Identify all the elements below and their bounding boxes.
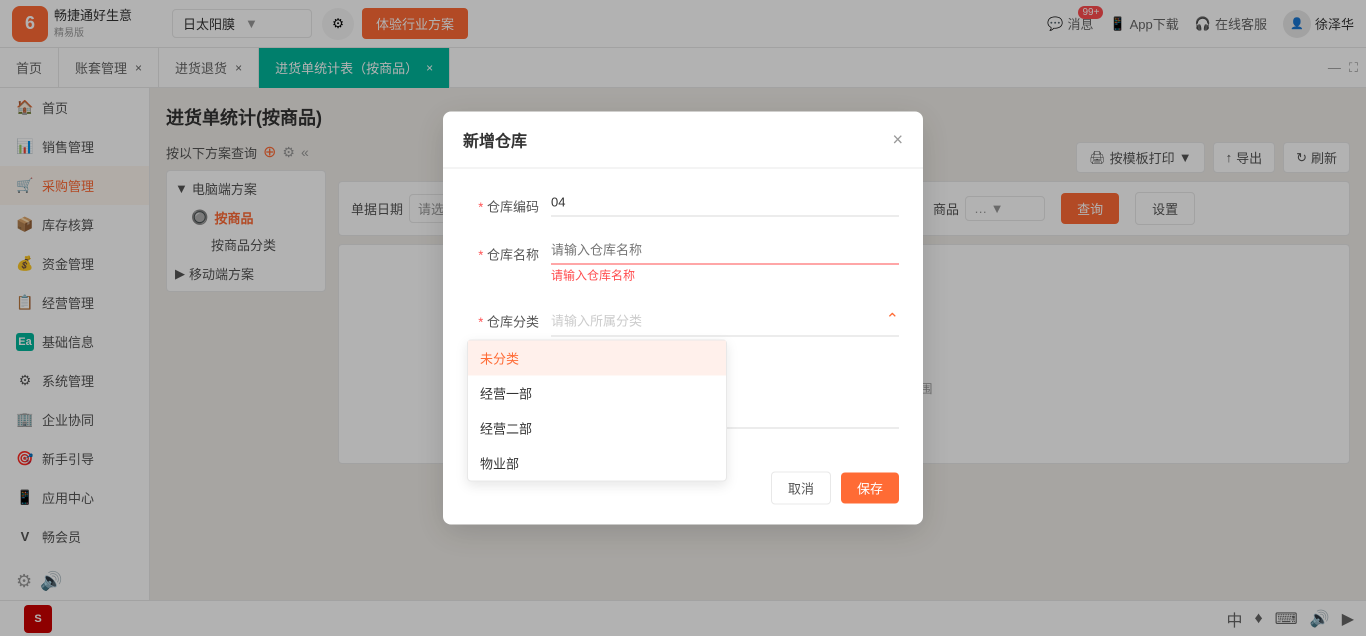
name-field: 请输入仓库名称	[551, 237, 899, 284]
dropdown-option-property[interactable]: 物业部	[468, 446, 726, 481]
add-warehouse-modal: 新增仓库 × * 仓库编码 * 仓库名称 请输入仓库名称	[443, 112, 923, 525]
category-label-text: 仓库分类	[487, 315, 539, 330]
code-input[interactable]	[551, 189, 899, 217]
category-dropdown: 未分类 经营一部 经营二部 物业部	[467, 340, 727, 482]
name-label-text: 仓库名称	[487, 248, 539, 263]
category-dropdown-arrow[interactable]: ⌃	[886, 310, 899, 330]
name-error-message: 请输入仓库名称	[551, 267, 899, 284]
dropdown-option-dept2[interactable]: 经营二部	[468, 411, 726, 446]
cancel-button[interactable]: 取消	[771, 472, 831, 505]
code-field	[551, 189, 899, 217]
dropdown-option-uncategorized[interactable]: 未分类	[468, 341, 726, 376]
form-row-category: * 仓库分类 请输入所属分类 ⌃ 未分类 经营一部 经营二部 物业部	[467, 304, 899, 337]
save-button[interactable]: 保存	[841, 473, 899, 504]
name-input[interactable]	[551, 237, 899, 265]
required-mark-code: *	[478, 200, 483, 215]
modal-close-button[interactable]: ×	[892, 129, 903, 150]
modal-body: * 仓库编码 * 仓库名称 请输入仓库名称 * 仓库分类	[443, 169, 923, 472]
code-label-text: 仓库编码	[487, 200, 539, 215]
category-select[interactable]: 请输入所属分类 ⌃	[551, 304, 899, 337]
category-label: * 仓库分类	[467, 304, 539, 331]
category-select-placeholder: 请输入所属分类	[551, 310, 886, 329]
required-mark-category: *	[478, 315, 483, 330]
form-row-code: * 仓库编码	[467, 189, 899, 217]
code-label: * 仓库编码	[467, 189, 539, 216]
modal-header: 新增仓库 ×	[443, 112, 923, 169]
name-label: * 仓库名称	[467, 237, 539, 264]
required-mark-name: *	[478, 248, 483, 263]
form-row-name: * 仓库名称 请输入仓库名称	[467, 237, 899, 284]
category-field[interactable]: 请输入所属分类 ⌃ 未分类 经营一部 经营二部 物业部	[551, 304, 899, 337]
dropdown-option-dept1[interactable]: 经营一部	[468, 376, 726, 411]
modal-title: 新增仓库	[463, 128, 527, 152]
